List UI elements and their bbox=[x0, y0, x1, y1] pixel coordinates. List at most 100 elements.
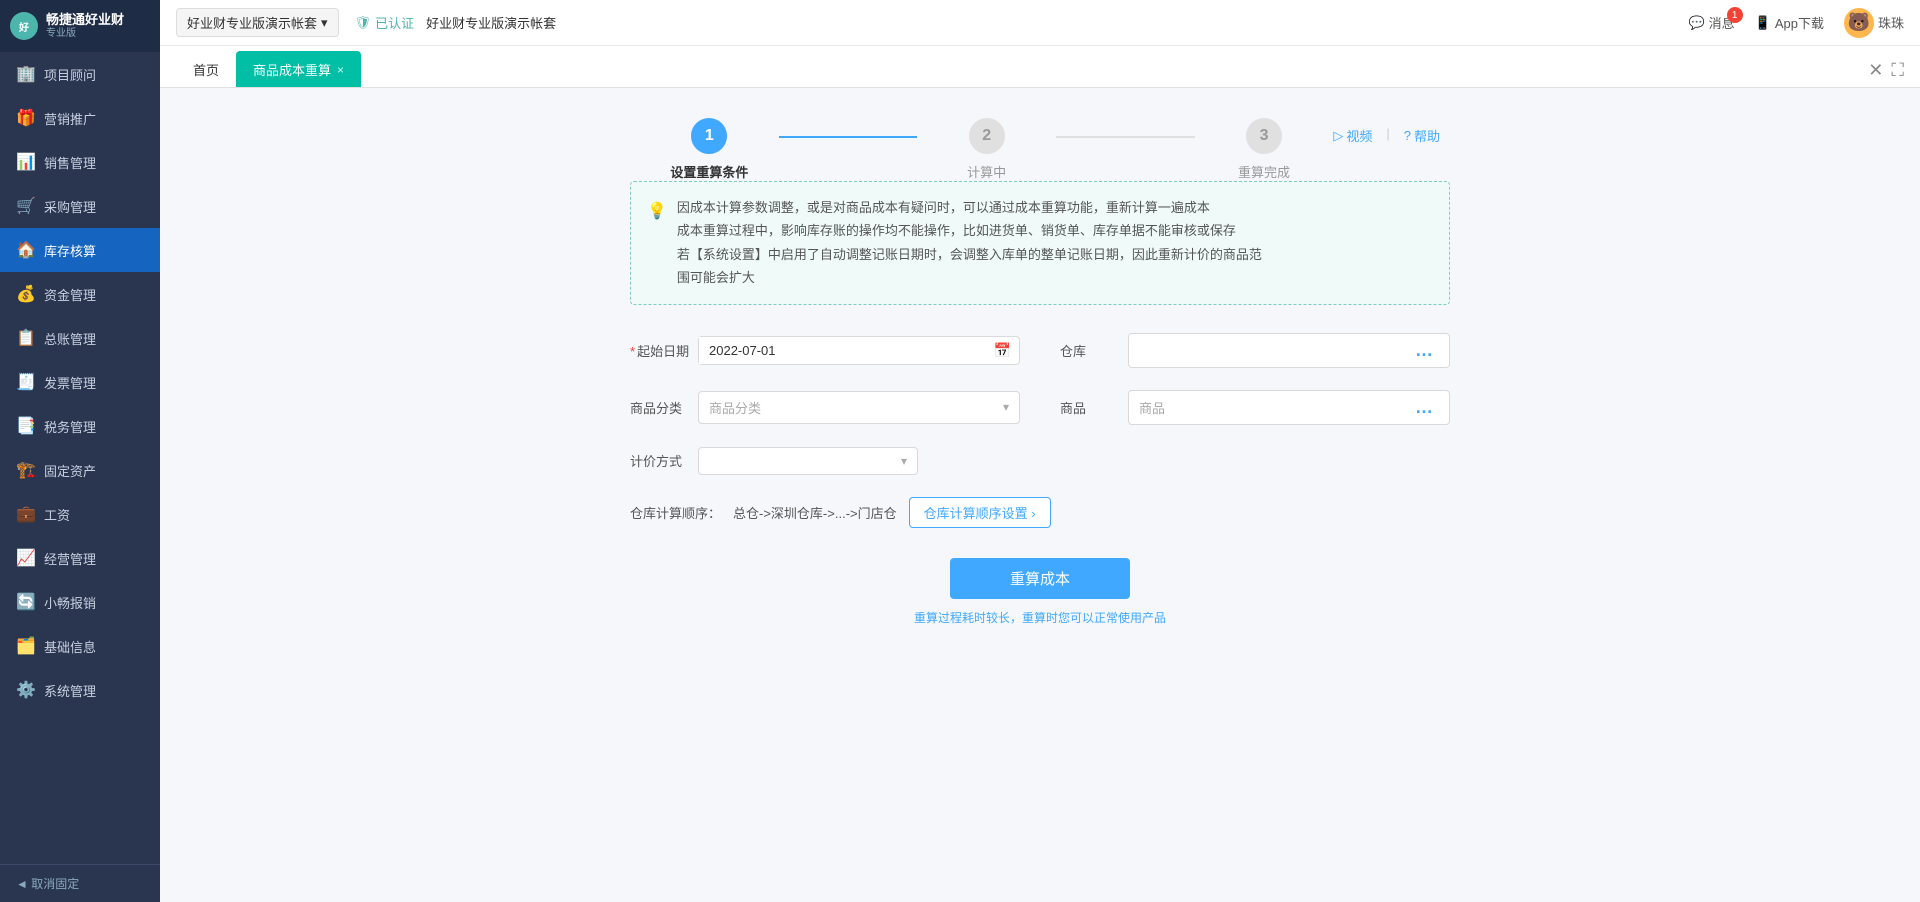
bulb-icon: 💡 bbox=[647, 198, 667, 290]
tab-recalc-label: 商品成本重算 bbox=[253, 60, 331, 79]
goods-select-btn[interactable]: … bbox=[1411, 397, 1439, 418]
sidebar-item-assets[interactable]: 🏗️ 固定资产 bbox=[0, 448, 160, 492]
form-row-1: *起始日期 📅 仓库 … bbox=[630, 333, 1450, 368]
help-area: ▷ 视频 | ? 帮助 bbox=[1333, 118, 1440, 145]
sidebar-item-accounting[interactable]: 📋总账管理 bbox=[0, 316, 160, 360]
tab-home[interactable]: 首页 bbox=[176, 51, 236, 87]
nav-label-salary: 工资 bbox=[44, 505, 70, 524]
account-name: 好业财专业版演示帐套 bbox=[426, 13, 556, 32]
sidebar-item-finance[interactable]: 💰 资金管理 bbox=[0, 272, 160, 316]
sidebar-item-salary[interactable]: 💼 工资 bbox=[0, 492, 160, 536]
nav-label-ops: 经营管理 bbox=[44, 549, 96, 568]
nav-label-marketing: 营销推广 bbox=[44, 109, 96, 128]
question-icon: ? bbox=[1404, 128, 1411, 143]
nav-label-tax: 税务管理 bbox=[44, 417, 96, 436]
step-2: 2 计算中 bbox=[917, 118, 1056, 181]
warehouse-order-value: 总仓->深圳仓库->...->门店仓 bbox=[733, 503, 897, 522]
nav-label-inventory: 库存核算 bbox=[44, 241, 96, 260]
nav-icon-sales: 📊 bbox=[16, 152, 34, 172]
sidebar-item-expense[interactable]: 🔄 小畅报销 bbox=[0, 580, 160, 624]
tab-recalc[interactable]: 商品成本重算 × bbox=[236, 51, 361, 87]
sidebar-item-system[interactable]: ⚙️系统管理 bbox=[0, 668, 160, 712]
nav-icon-salary: 💼 bbox=[16, 504, 34, 524]
step-1-label: 设置重算条件 bbox=[670, 162, 748, 181]
nav-icon-basic: 🗂️ bbox=[16, 636, 34, 656]
topbar-actions: 💬 消息 1 📱 App下载 🐻 珠珠 bbox=[1688, 8, 1904, 38]
warehouse-input-wrapper: … bbox=[1128, 333, 1450, 368]
price-method-label: 计价方式 bbox=[630, 451, 690, 470]
sidebar-item-purchase[interactable]: 🛒 采购管理 bbox=[0, 184, 160, 228]
chevron-down-icon: ▾ bbox=[321, 15, 328, 31]
recalc-button[interactable]: 重算成本 bbox=[950, 558, 1130, 599]
form-section: *起始日期 📅 仓库 … 商品分 bbox=[630, 333, 1450, 626]
info-line-1: 因成本计算参数调整，或是对商品成本有疑问时，可以通过成本重算功能，重新计算一遍成… bbox=[677, 196, 1262, 219]
app-download-button[interactable]: 📱 App下载 bbox=[1755, 13, 1824, 32]
warehouse-order-label: 仓库计算顺序： bbox=[630, 503, 721, 522]
sidebar-item-basic[interactable]: 🗂️ 基础信息 bbox=[0, 624, 160, 668]
nav-label-assets: 固定资产 bbox=[44, 461, 96, 480]
nav-label-basic: 基础信息 bbox=[44, 637, 96, 656]
sidebar-item-project[interactable]: 🏢项目顾问 bbox=[0, 52, 160, 96]
sidebar-item-sales[interactable]: 📊 销售管理 bbox=[0, 140, 160, 184]
step-1: 1 设置重算条件 bbox=[640, 118, 779, 181]
info-content: 因成本计算参数调整，或是对商品成本有疑问时，可以通过成本重算功能，重新计算一遍成… bbox=[677, 196, 1262, 290]
field-goods: 商品 商品 … bbox=[1060, 390, 1450, 425]
play-icon: ▷ bbox=[1333, 128, 1343, 144]
sidebar-item-ops[interactable]: 📈经营管理 bbox=[0, 536, 160, 580]
sidebar-item-marketing[interactable]: 🎁 营销推广 bbox=[0, 96, 160, 140]
field-price-method: 计价方式 ▾ bbox=[630, 447, 1020, 475]
step-2-circle: 2 bbox=[969, 118, 1005, 154]
nav-icon-finance: 💰 bbox=[16, 284, 34, 304]
nav-label-finance: 资金管理 bbox=[44, 285, 96, 304]
tab-close-icon[interactable]: × bbox=[337, 63, 344, 77]
sidebar-item-tax[interactable]: 📑税务管理 bbox=[0, 404, 160, 448]
warehouse-label: 仓库 bbox=[1060, 341, 1120, 360]
user-avatar[interactable]: 🐻 珠珠 bbox=[1844, 8, 1904, 38]
mobile-icon: 📱 bbox=[1755, 15, 1771, 31]
app-title: 畅捷通好业财 bbox=[46, 12, 124, 28]
nav-label-system: 系统管理 bbox=[44, 681, 96, 700]
recalc-hint: 重算过程耗时较长，重算时您可以正常使用产品 bbox=[630, 609, 1450, 626]
info-line-4: 围可能会扩大 bbox=[677, 266, 1262, 289]
field-start-date: *起始日期 📅 bbox=[630, 336, 1020, 365]
chevron-down-icon: ▾ bbox=[1003, 400, 1009, 414]
shield-icon: 🛡 bbox=[355, 15, 372, 31]
content-area: 1 设置重算条件 2 计算中 3 重算完成 ▷ bbox=[160, 88, 1920, 902]
warehouse-order-setting-btn[interactable]: 仓库计算顺序设置 › bbox=[909, 497, 1051, 528]
expand-icon[interactable]: ⛶ bbox=[1891, 60, 1904, 81]
nav-icon-purchase: 🛒 bbox=[16, 196, 34, 216]
nav-icon-invoice: 🧾 bbox=[16, 372, 34, 392]
sidebar-logo: 好 畅捷通好业财 专业版 bbox=[0, 0, 160, 52]
avatar-icon: 🐻 bbox=[1844, 8, 1874, 38]
help-link[interactable]: ? 帮助 bbox=[1404, 126, 1440, 145]
start-date-input[interactable] bbox=[699, 337, 986, 364]
sidebar-item-inventory[interactable]: 🏠库存核算 bbox=[0, 228, 160, 272]
verified-badge: 🛡 已认证 bbox=[355, 13, 415, 32]
info-line-3: 若【系统设置】中启用了自动调整记账日期时，会调整入库单的整单记账日期，因此重新计… bbox=[677, 243, 1262, 266]
video-link[interactable]: ▷ 视频 bbox=[1333, 126, 1372, 145]
topbar: 好业财专业版演示帐套 ▾ 🛡 已认证 好业财专业版演示帐套 💬 消息 1 📱 A… bbox=[160, 0, 1920, 46]
goods-placeholder: 商品 bbox=[1139, 398, 1411, 417]
nav-icon-assets: 🏗️ bbox=[16, 460, 34, 480]
close-window-icon[interactable]: ✕ bbox=[1868, 60, 1883, 81]
price-method-select[interactable]: ▾ bbox=[698, 447, 918, 475]
category-select[interactable]: 商品分类 ▾ bbox=[698, 391, 1020, 424]
info-box: 💡 因成本计算参数调整，或是对商品成本有疑问时，可以通过成本重算功能，重新计算一… bbox=[630, 181, 1450, 305]
calendar-icon[interactable]: 📅 bbox=[986, 342, 1019, 359]
nav-label-invoice: 发票管理 bbox=[44, 373, 96, 392]
start-date-label: *起始日期 bbox=[630, 341, 690, 360]
message-button[interactable]: 💬 消息 1 bbox=[1688, 13, 1734, 32]
nav-label-expense: 小畅报销 bbox=[44, 593, 96, 612]
sidebar-nav: 🏢项目顾问 🎁 营销推广 📊 销售管理 🛒 采购管理 🏠库存核算 💰 资金管理 📋总账管理 🧾 发票管理… bbox=[0, 52, 160, 864]
chevron-down-icon-2: ▾ bbox=[901, 454, 907, 468]
nav-icon-expense: 🔄 bbox=[16, 592, 34, 612]
step-1-circle: 1 bbox=[691, 118, 727, 154]
sidebar-unpin[interactable]: ◄ 取消固定 bbox=[0, 864, 160, 902]
tab-right-actions: ✕ ⛶ bbox=[1868, 60, 1904, 87]
nav-icon-marketing: 🎁 bbox=[16, 108, 34, 128]
sidebar-item-invoice[interactable]: 🧾 发票管理 bbox=[0, 360, 160, 404]
account-selector[interactable]: 好业财专业版演示帐套 ▾ bbox=[176, 8, 339, 37]
nav-label-purchase: 采购管理 bbox=[44, 197, 96, 216]
warehouse-select-btn[interactable]: … bbox=[1411, 340, 1439, 361]
nav-label-sales: 销售管理 bbox=[44, 153, 96, 172]
